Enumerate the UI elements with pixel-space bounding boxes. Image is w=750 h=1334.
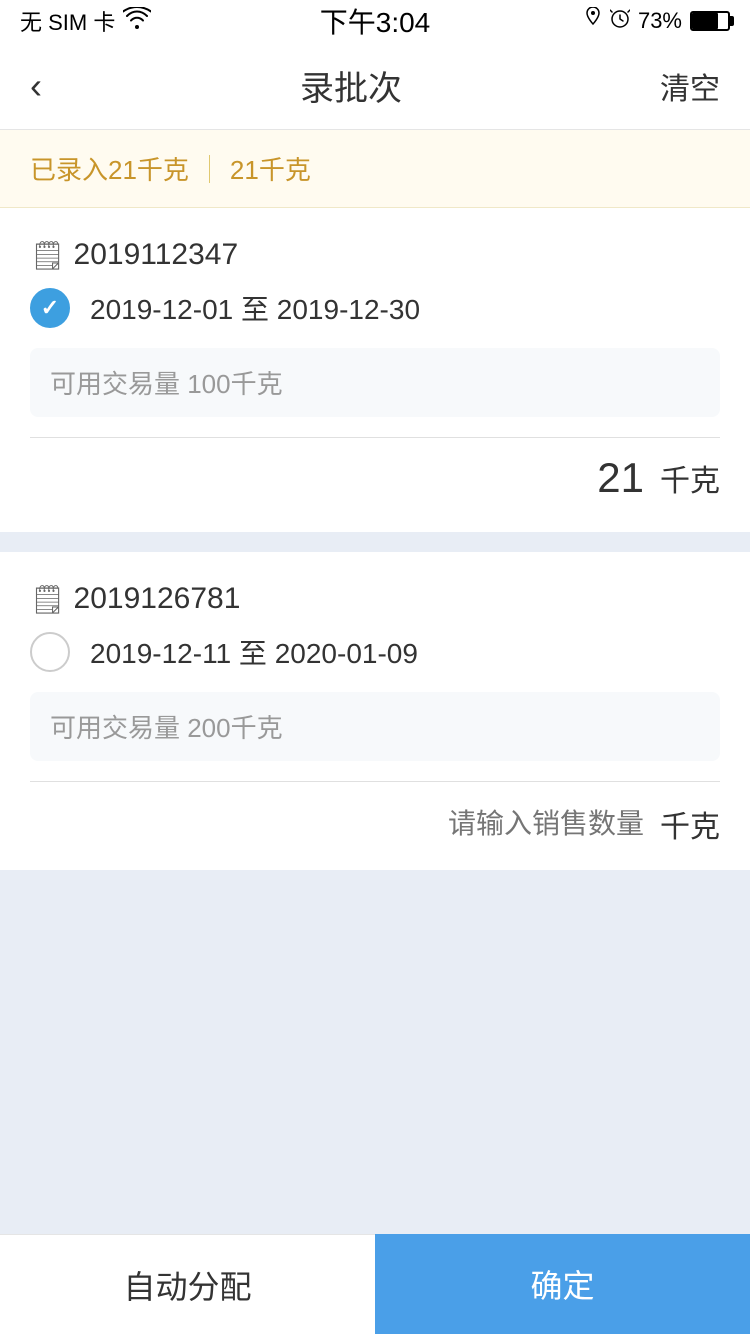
sim-text: 无 SIM 卡: [20, 5, 115, 37]
batch2-date-row[interactable]: 2019-12-11 至 2020-01-09: [30, 632, 720, 672]
batch1-id: 2019112347: [74, 238, 239, 272]
batch2-radio[interactable]: [30, 632, 70, 672]
bottom-bar: 自动分配 确定: [0, 1234, 750, 1334]
batch2-doc-icon: 🗒: [30, 583, 66, 616]
batch1-available: 可用交易量 100千克: [30, 348, 720, 417]
batch1-doc-icon: 🗒: [30, 239, 66, 272]
batch1-available-text: 可用交易量 100千克: [50, 369, 283, 399]
gray-empty-area: [0, 870, 750, 1290]
batch1-amount-row: 21 千克: [30, 454, 720, 502]
batch1-amount-section: 21 千克: [0, 417, 750, 532]
confirm-button[interactable]: 确定: [375, 1234, 750, 1334]
batch1-card: 🗒 2019112347 2019-12-01 至 2019-12-30 可用交…: [0, 208, 750, 417]
back-button[interactable]: ‹: [30, 65, 42, 107]
batch2-id: 2019126781: [74, 582, 241, 616]
page-title: 录批次: [300, 61, 402, 110]
batch2-available-text: 可用交易量 200千克: [50, 713, 283, 743]
recorded-label: 已录入21千克: [30, 150, 189, 187]
batch1-date-range: 2019-12-01 至 2019-12-30: [90, 288, 420, 328]
batch2-input-section: 千克: [0, 761, 750, 870]
batch2-qty-unit: 千克: [660, 802, 720, 846]
wifi-icon: [123, 7, 151, 35]
batch1-amount-value: 21: [597, 454, 644, 502]
info-value: 21千克: [230, 150, 311, 187]
alarm-icon: [610, 7, 630, 35]
status-bar: 无 SIM 卡 下午3:04 73%: [0, 0, 750, 42]
status-time: 下午3:04: [320, 1, 431, 41]
section-gap-1: [0, 532, 750, 552]
batch2-id-row: 🗒 2019126781: [30, 582, 720, 616]
batch2-available: 可用交易量 200千克: [30, 692, 720, 761]
batch2-divider: [30, 781, 720, 782]
clear-button[interactable]: 清空: [660, 64, 720, 108]
info-banner: 已录入21千克 21千克: [0, 130, 750, 208]
batch2-card: 🗒 2019126781 2019-12-11 至 2020-01-09 可用交…: [0, 552, 750, 761]
batch1-id-row: 🗒 2019112347: [30, 238, 720, 272]
status-right: 73%: [584, 7, 730, 35]
auto-distribute-button[interactable]: 自动分配: [0, 1234, 375, 1334]
batch1-date-row[interactable]: 2019-12-01 至 2019-12-30: [30, 288, 720, 328]
status-left: 无 SIM 卡: [20, 5, 151, 37]
batch1-radio[interactable]: [30, 288, 70, 328]
battery-icon: [690, 11, 730, 31]
batch2-date-range: 2019-12-11 至 2020-01-09: [90, 632, 418, 672]
batch2-qty-input[interactable]: [384, 808, 644, 840]
info-divider: [209, 155, 210, 183]
batch1-divider: [30, 437, 720, 438]
batch1-amount-unit: 千克: [660, 456, 720, 500]
battery-percentage: 73%: [638, 8, 682, 34]
nav-bar: ‹ 录批次 清空: [0, 42, 750, 130]
location-icon: [584, 7, 602, 35]
